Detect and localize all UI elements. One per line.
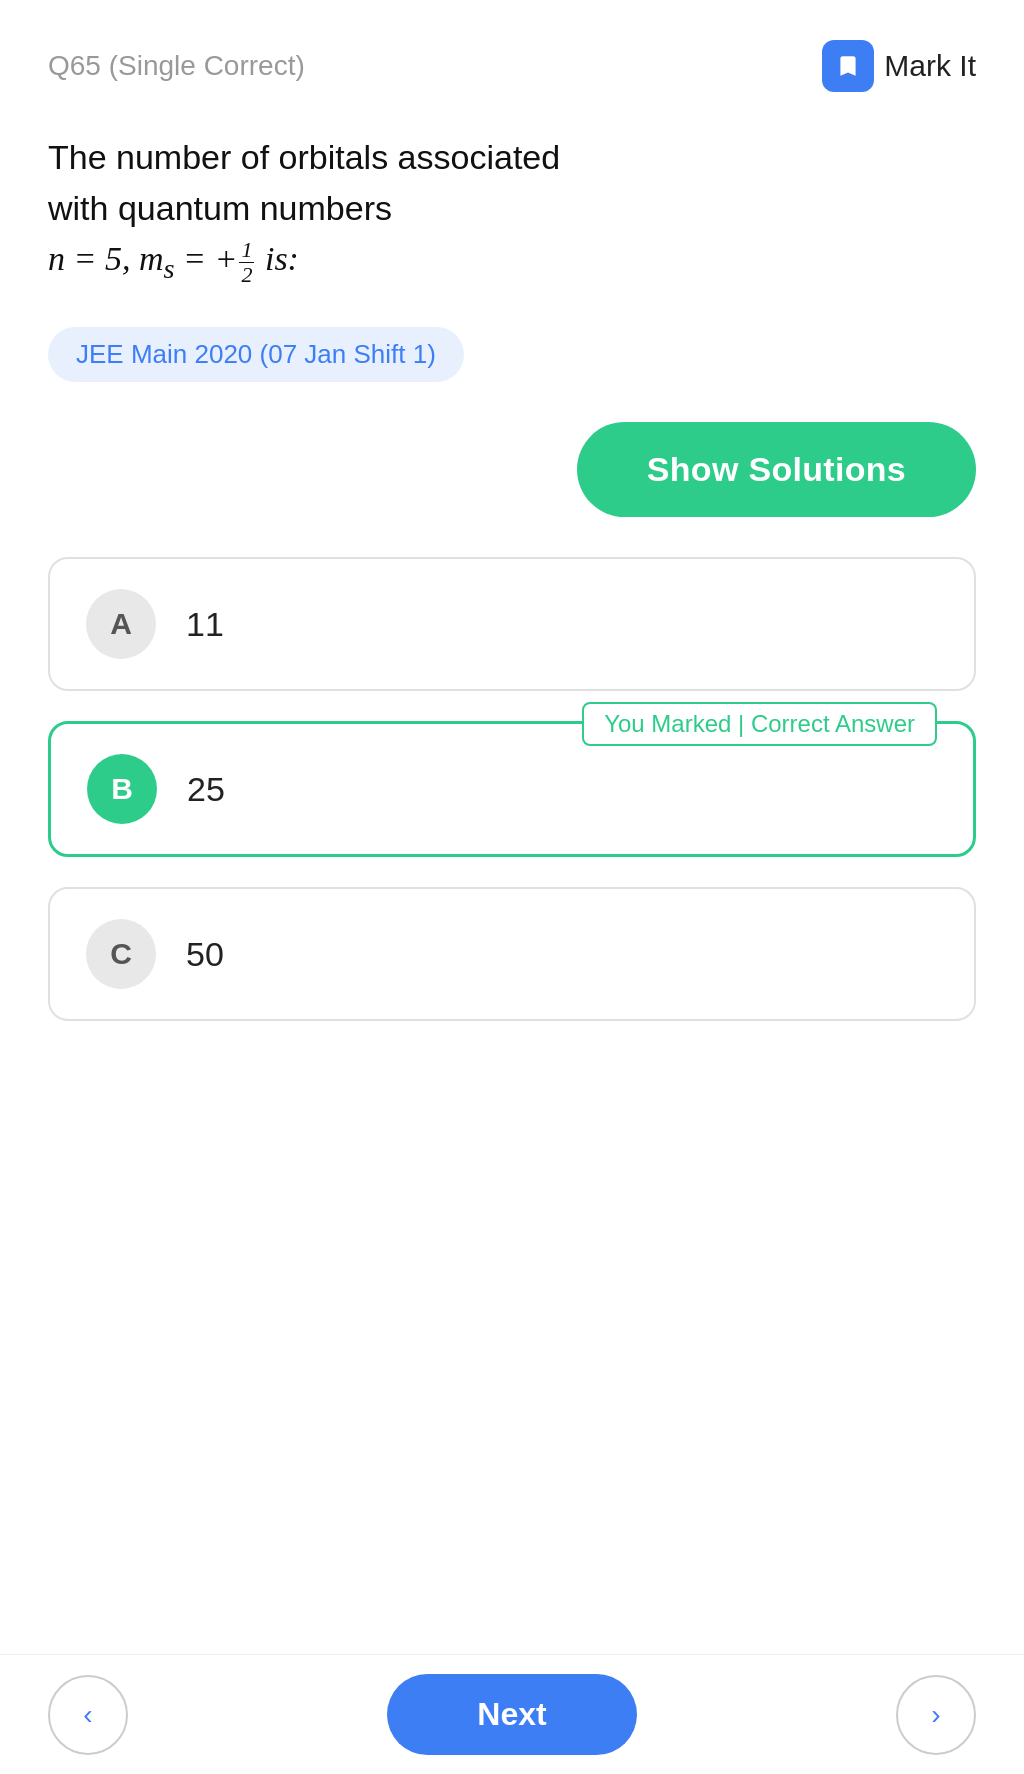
option-a-card[interactable]: A 11: [48, 557, 976, 691]
option-a-badge: A: [86, 589, 156, 659]
question-line2: with quantum numbers: [48, 189, 392, 227]
options-container: A 11 You Marked | Correct Answer B 25 C …: [0, 527, 1024, 1021]
bookmark-icon: [822, 40, 874, 92]
mark-it-label: Mark It: [884, 49, 976, 83]
question-line1: The number of orbitals associated: [48, 138, 560, 176]
option-b-card[interactable]: You Marked | Correct Answer B 25: [48, 721, 976, 857]
page-container: Q65 (Single Correct) Mark It The number …: [0, 0, 1024, 1774]
next-arrow-button[interactable]: ›: [896, 1675, 976, 1755]
fraction-numerator: 1: [239, 238, 254, 263]
option-c-card[interactable]: C 50: [48, 887, 976, 1021]
show-solutions-button[interactable]: Show Solutions: [577, 422, 976, 517]
question-label: Q65 (Single Correct): [48, 50, 305, 82]
bottom-nav: ‹ Next ›: [0, 1654, 1024, 1774]
fraction-denominator: 2: [239, 263, 254, 287]
option-b-badge: B: [87, 754, 157, 824]
mark-it-button[interactable]: Mark It: [822, 40, 976, 92]
next-icon: ›: [931, 1699, 940, 1731]
bookmark-svg: [835, 53, 861, 79]
prev-button[interactable]: ‹: [48, 1675, 128, 1755]
option-c-badge: C: [86, 919, 156, 989]
question-body: The number of orbitals associated with q…: [0, 112, 1024, 297]
prev-icon: ‹: [83, 1699, 92, 1731]
option-b-letter: B: [111, 772, 133, 806]
bottom-spacer: [0, 1021, 1024, 1151]
option-b-value: 25: [187, 770, 225, 809]
option-c-letter: C: [110, 937, 132, 971]
question-text: The number of orbitals associated with q…: [48, 132, 976, 234]
math-n: n = 5, ms = +: [48, 240, 237, 277]
math-suffix: is:: [256, 240, 299, 277]
fraction: 12: [239, 238, 254, 287]
option-c-value: 50: [186, 935, 224, 974]
tag-badge: JEE Main 2020 (07 Jan Shift 1): [48, 327, 464, 382]
next-button[interactable]: Next: [387, 1674, 636, 1755]
answer-tag: You Marked | Correct Answer: [582, 702, 937, 746]
option-a-letter: A: [110, 607, 132, 641]
tag-row: JEE Main 2020 (07 Jan Shift 1): [0, 297, 1024, 392]
header: Q65 (Single Correct) Mark It: [0, 0, 1024, 112]
question-math: n = 5, ms = +12 is:: [48, 238, 976, 287]
option-a-value: 11: [186, 605, 224, 644]
show-solutions-row: Show Solutions: [0, 392, 1024, 527]
